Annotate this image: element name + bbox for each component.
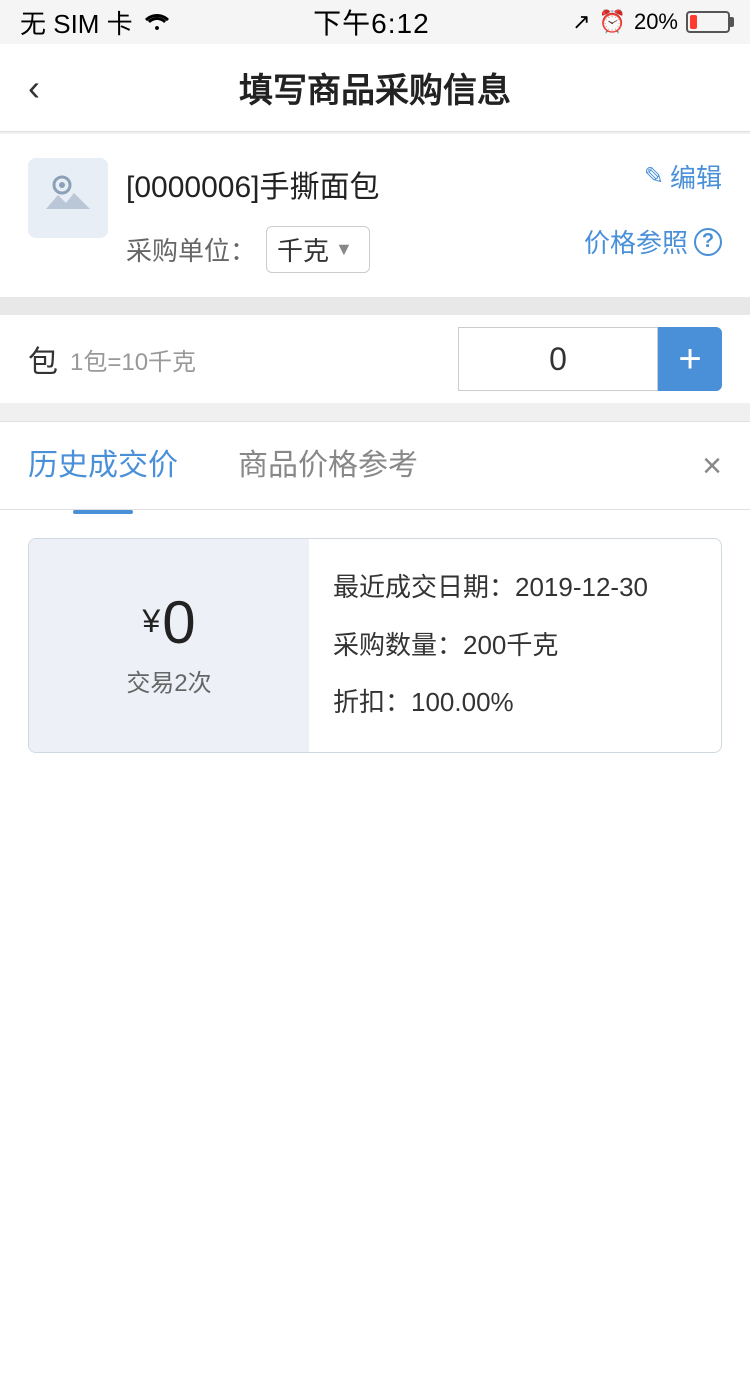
wifi-icon	[143, 7, 171, 38]
battery-fill	[690, 15, 697, 29]
tab-items: 历史成交价 商品价格参考	[28, 440, 418, 492]
product-details: [0000006]手撕面包 采购单位： 千克 ▼	[126, 158, 379, 273]
nav-bar: ‹ 填写商品采购信息	[0, 44, 750, 132]
chevron-down-icon: ▼	[335, 239, 353, 260]
battery-icon	[686, 11, 730, 33]
quantity-plus-button[interactable]: +	[658, 327, 722, 391]
gray-divider	[0, 297, 750, 315]
product-actions: ✎ 编辑 价格参照 ?	[584, 158, 722, 260]
plus-icon: +	[678, 337, 701, 382]
product-info: [0000006]手撕面包 采购单位： 千克 ▼	[28, 158, 379, 273]
recent-date-row: 最近成交日期：2019-12-30	[333, 567, 697, 609]
history-content: ¥ 0 交易2次 最近成交日期：2019-12-30 采购数量：200千克 折扣…	[0, 510, 750, 781]
purchase-qty-row: 采购数量：200千克	[333, 625, 697, 667]
product-name: [0000006]手撕面包	[126, 162, 379, 206]
edit-label: 编辑	[670, 158, 722, 195]
alarm-icon: ⏰	[599, 9, 626, 35]
battery-percent: 20%	[634, 9, 678, 35]
recent-date-label: 最近成交日期：	[333, 572, 515, 602]
edit-button[interactable]: ✎ 编辑	[644, 158, 722, 195]
quantity-input-group: +	[458, 327, 722, 391]
purchase-qty-value: 200千克	[463, 630, 558, 660]
back-button[interactable]: ‹	[28, 67, 40, 109]
tab-bar: 历史成交价 商品价格参考 ×	[0, 422, 750, 510]
recent-date-value: 2019-12-30	[515, 572, 648, 602]
discount-value: 100.00%	[411, 687, 514, 717]
time-display: 下午6:12	[313, 2, 430, 42]
status-bar: 无 SIM 卡 下午6:12 ↗ ⏰ 20%	[0, 0, 750, 44]
price-ref-button[interactable]: 价格参照 ?	[584, 223, 722, 260]
product-thumbnail-icon	[42, 167, 94, 229]
price-value: 0	[162, 593, 195, 653]
tab-history-price[interactable]: 历史成交价	[28, 440, 178, 492]
quantity-input[interactable]	[458, 327, 658, 391]
edit-icon: ✎	[644, 162, 664, 191]
purchase-qty-label: 采购数量：	[333, 630, 463, 660]
tab-history-label: 历史成交价	[28, 449, 178, 482]
close-icon: ×	[702, 447, 722, 485]
history-card: ¥ 0 交易2次 最近成交日期：2019-12-30 采购数量：200千克 折扣…	[28, 538, 722, 753]
page-title: 填写商品采购信息	[239, 63, 511, 112]
product-row: [0000006]手撕面包 采购单位： 千克 ▼ ✎ 编辑 价格参照 ?	[28, 158, 722, 273]
unit-value: 千克	[277, 231, 329, 268]
quantity-label-group: 包 1包=10千克	[28, 337, 196, 381]
bottom-area	[0, 781, 750, 1381]
product-unit-row: 采购单位： 千克 ▼	[126, 226, 379, 273]
discount-label: 折扣：	[333, 687, 411, 717]
location-icon: ↗	[572, 9, 590, 35]
product-image	[28, 158, 108, 238]
price-ref-label: 价格参照	[584, 223, 688, 260]
tab-section: 历史成交价 商品价格参考 × ¥ 0 交易2次 最近成交日期：2019	[0, 421, 750, 781]
quantity-section: 包 1包=10千克 +	[0, 315, 750, 403]
tab-close-button[interactable]: ×	[702, 449, 722, 483]
history-price: ¥ 0	[142, 593, 195, 653]
quantity-conversion: 1包=10千克	[70, 342, 196, 377]
history-card-right: 最近成交日期：2019-12-30 采购数量：200千克 折扣：100.00%	[309, 539, 721, 752]
discount-row: 折扣：100.00%	[333, 682, 697, 724]
product-section: [0000006]手撕面包 采购单位： 千克 ▼ ✎ 编辑 价格参照 ?	[0, 134, 750, 297]
unit-select[interactable]: 千克 ▼	[266, 226, 370, 273]
tab-price-ref[interactable]: 商品价格参考	[238, 440, 418, 492]
history-card-left: ¥ 0 交易2次	[29, 539, 309, 752]
status-icons: ↗ ⏰ 20%	[572, 9, 730, 35]
carrier-wifi: 无 SIM 卡	[20, 4, 171, 41]
carrier-text: 无 SIM 卡	[20, 4, 133, 41]
price-symbol: ¥	[142, 603, 160, 640]
quantity-unit: 包	[28, 337, 58, 381]
unit-label: 采购单位：	[126, 231, 256, 268]
tab-price-ref-label: 商品价格参考	[238, 449, 418, 482]
help-icon[interactable]: ?	[694, 228, 722, 256]
trade-count: 交易2次	[126, 663, 211, 698]
